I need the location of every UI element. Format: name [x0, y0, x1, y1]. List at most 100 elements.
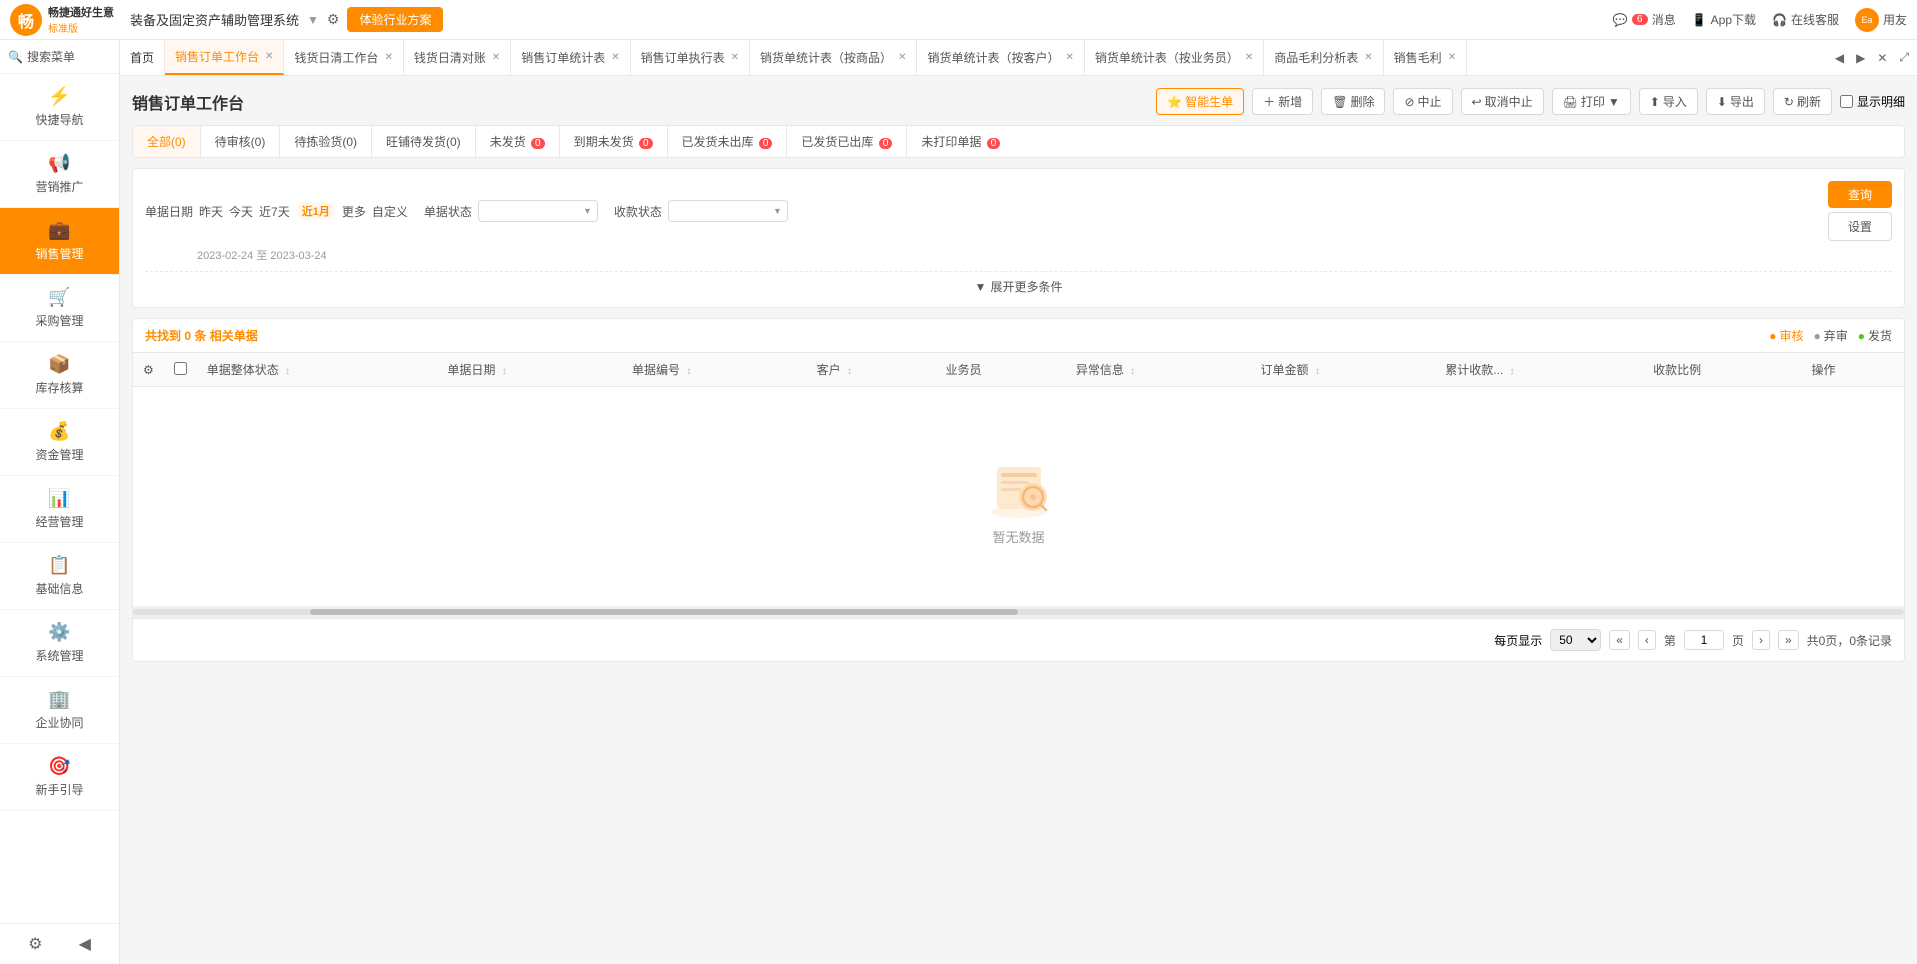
- tab-sales-more[interactable]: 销售毛利 ✕: [1384, 40, 1467, 75]
- col-date[interactable]: 单据日期 ↕: [437, 353, 622, 387]
- tab-fullscreen[interactable]: ⤢: [1895, 48, 1913, 67]
- set-btn[interactable]: 设置: [1828, 212, 1892, 241]
- col-customer[interactable]: 客户 ↕: [807, 353, 936, 387]
- tab-close-sales-stats[interactable]: ✕: [611, 52, 619, 63]
- message-btn[interactable]: 💬 6 消息: [1613, 11, 1676, 28]
- tab-sales-summary-product[interactable]: 销货单统计表（按商品） ✕: [750, 40, 917, 75]
- sidebar-item-marketing[interactable]: 📢 营销推广: [0, 141, 119, 208]
- filter-tab-pending-audit[interactable]: 待审核(0): [201, 126, 281, 157]
- filter-tab-shipped-out[interactable]: 已发货已出库 0: [787, 126, 907, 157]
- date-option-more[interactable]: 更多: [342, 203, 366, 220]
- sidebar-item-guide[interactable]: 🎯 新手引导: [0, 744, 119, 811]
- tab-sales-stats[interactable]: 销售订单统计表 ✕: [511, 40, 630, 75]
- last-page-btn[interactable]: »: [1778, 630, 1799, 650]
- col-received[interactable]: 累计收款... ↕: [1435, 353, 1643, 387]
- scrollbar-thumb[interactable]: [310, 609, 1018, 615]
- sidebar-item-sales[interactable]: 💼 销售管理: [0, 208, 119, 275]
- tab-nav-prev[interactable]: ◀: [1831, 49, 1848, 67]
- expand-btn[interactable]: ▼ 展开更多条件: [975, 278, 1063, 295]
- audit-action-btn[interactable]: ● 审核: [1769, 327, 1803, 344]
- next-page-btn[interactable]: ›: [1752, 630, 1770, 650]
- smart-generate-btn[interactable]: ⭐ 智能生单: [1156, 88, 1244, 115]
- tab-close-sales-summary-customer[interactable]: ✕: [1065, 52, 1073, 63]
- cancel-audit-action-btn[interactable]: ● 弃审: [1813, 327, 1847, 344]
- user-menu-btn[interactable]: Ea 用友: [1855, 8, 1907, 32]
- col-number[interactable]: 单据编号 ↕: [622, 353, 807, 387]
- payment-filter-item: 收款状态: [614, 200, 788, 222]
- date-option-7days[interactable]: 近7天: [259, 203, 290, 220]
- col-exception[interactable]: 异常信息 ↕: [1066, 353, 1251, 387]
- filter-tab-shipped-not-out[interactable]: 已发货未出库 0: [668, 126, 788, 157]
- tab-sales-workbench[interactable]: 销售订单工作台 ✕: [165, 40, 284, 75]
- industry-btn[interactable]: 体验行业方案: [347, 7, 443, 32]
- ship-action-btn[interactable]: ● 发货: [1858, 327, 1892, 344]
- date-option-today[interactable]: 今天: [229, 203, 253, 220]
- sidebar-settings-icon[interactable]: ⚙: [28, 934, 42, 954]
- sidebar-item-enterprise[interactable]: 🏢 企业协同: [0, 677, 119, 744]
- gear-settings-icon[interactable]: ⚙: [327, 11, 340, 28]
- refresh-btn[interactable]: ↻ 刷新: [1773, 88, 1832, 115]
- tab-home[interactable]: 首页: [120, 40, 165, 75]
- tab-close-sales-summary-product[interactable]: ✕: [898, 52, 906, 63]
- filter-tabs: 全部(0) 待审核(0) 待拣验货(0) 旺铺待发货(0) 未发货 0 到期未发…: [132, 125, 1905, 158]
- filter-tab-not-shipped[interactable]: 未发货 0: [476, 126, 560, 157]
- query-btn[interactable]: 查询: [1828, 181, 1892, 208]
- tab-close-all[interactable]: ✕: [1873, 49, 1891, 67]
- app-download-btn[interactable]: 📱 App下载: [1692, 11, 1756, 28]
- online-service-btn[interactable]: 🎧 在线客服: [1772, 11, 1839, 28]
- add-btn[interactable]: ＋ 新增: [1252, 88, 1313, 115]
- tab-close-profit-analysis[interactable]: ✕: [1364, 52, 1372, 63]
- tab-close-sales-workbench[interactable]: ✕: [265, 51, 273, 62]
- col-amount[interactable]: 订单金额 ↕: [1251, 353, 1436, 387]
- tab-close-sales-more[interactable]: ✕: [1448, 52, 1456, 63]
- tab-cash-daily[interactable]: 钱货日清工作台 ✕: [284, 40, 403, 75]
- sidebar-item-operations[interactable]: 📊 经营管理: [0, 476, 119, 543]
- filter-tab-not-printed[interactable]: 未打印单据 0: [907, 126, 1014, 157]
- filter-tab-all[interactable]: 全部(0): [133, 126, 201, 157]
- sidebar-collapse-icon[interactable]: ◀: [79, 934, 91, 954]
- show-detail-checkbox[interactable]: [1840, 95, 1853, 108]
- tab-profit-analysis[interactable]: 商品毛利分析表 ✕: [1264, 40, 1383, 75]
- export-btn[interactable]: ⬇ 导出: [1706, 88, 1765, 115]
- import-btn[interactable]: ⬆ 导入: [1639, 88, 1698, 115]
- unstop-btn[interactable]: ↩ 取消中止: [1461, 88, 1544, 115]
- page-size-select[interactable]: 50 10 20 100: [1550, 629, 1601, 651]
- sidebar-item-search[interactable]: 🔍 搜索菜单: [0, 40, 119, 74]
- date-option-1month[interactable]: 近1月: [296, 202, 336, 220]
- date-option-yesterday[interactable]: 昨天: [199, 203, 223, 220]
- select-all-checkbox[interactable]: [174, 362, 187, 375]
- col-checkbox[interactable]: [164, 353, 197, 387]
- tab-close-sales-exec[interactable]: ✕: [731, 52, 739, 63]
- tab-sales-summary-staff[interactable]: 销货单统计表（按业务员） ✕: [1085, 40, 1264, 75]
- prev-page-btn[interactable]: ‹: [1638, 630, 1656, 650]
- tab-close-sales-summary-staff[interactable]: ✕: [1245, 52, 1253, 63]
- sidebar-item-basic[interactable]: 📋 基础信息: [0, 543, 119, 610]
- tab-close-cash-reconcile[interactable]: ✕: [492, 52, 500, 63]
- date-option-custom[interactable]: 自定义: [372, 203, 408, 220]
- sidebar-item-purchase[interactable]: 🛒 采购管理: [0, 275, 119, 342]
- filter-tab-wangpu[interactable]: 旺铺待发货(0): [372, 126, 476, 157]
- tab-cash-reconcile[interactable]: 钱货日清对账 ✕: [404, 40, 511, 75]
- filter-tab-pending-inspect[interactable]: 待拣验货(0): [280, 126, 372, 157]
- status-select[interactable]: [478, 200, 598, 222]
- sidebar-item-quicknav[interactable]: ⚡ 快捷导航: [0, 74, 119, 141]
- sidebar-item-system[interactable]: ⚙️ 系统管理: [0, 610, 119, 677]
- payment-select[interactable]: [668, 200, 788, 222]
- delete-btn[interactable]: 🗑 删除: [1321, 88, 1385, 115]
- print-btn[interactable]: 🖨 打印 ▼: [1552, 88, 1631, 115]
- first-page-btn[interactable]: «: [1609, 630, 1630, 650]
- sidebar-item-finance[interactable]: 💰 资金管理: [0, 409, 119, 476]
- col-settings[interactable]: ⚙: [133, 353, 164, 387]
- stop-btn[interactable]: ⊘ 中止: [1393, 88, 1452, 115]
- col-staff[interactable]: 业务员: [935, 353, 1065, 387]
- tab-nav-next[interactable]: ▶: [1852, 49, 1869, 67]
- tab-sales-exec[interactable]: 销售订单执行表 ✕: [631, 40, 750, 75]
- tab-sales-summary-customer[interactable]: 销货单统计表（按客户） ✕: [917, 40, 1084, 75]
- dropdown-arrow-icon[interactable]: ▼: [307, 13, 319, 27]
- page-number-input[interactable]: [1684, 630, 1724, 650]
- sidebar-item-inventory[interactable]: 📦 库存核算: [0, 342, 119, 409]
- show-detail-checkbox-wrap[interactable]: 显示明细: [1840, 93, 1905, 110]
- filter-tab-overdue[interactable]: 到期未发货 0: [560, 126, 668, 157]
- horizontal-scrollbar[interactable]: [133, 606, 1904, 618]
- tab-close-cash-daily[interactable]: ✕: [384, 52, 392, 63]
